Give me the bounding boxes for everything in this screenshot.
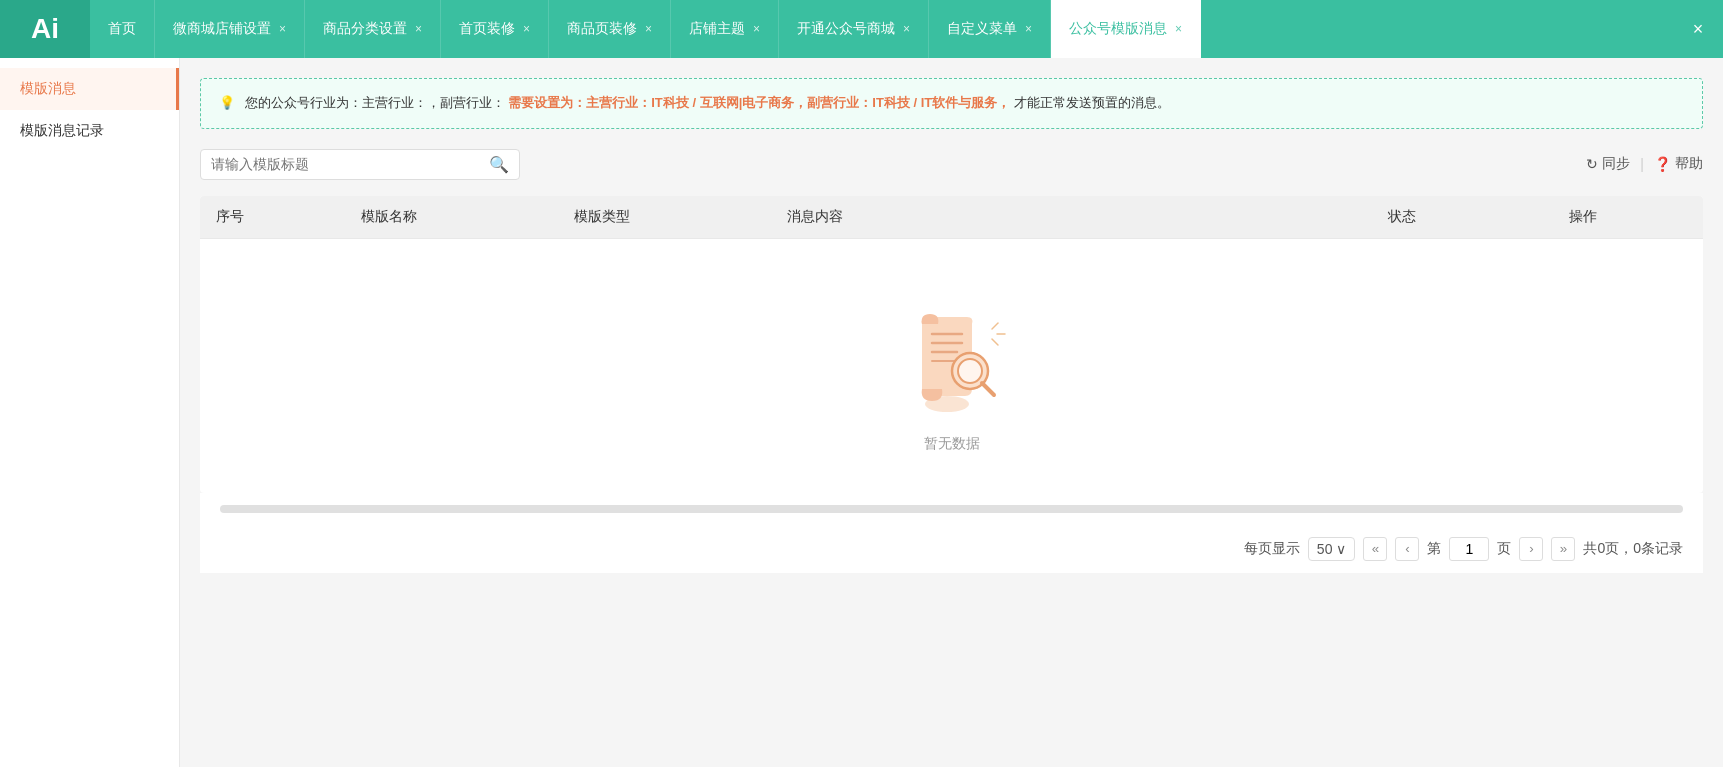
svg-line-10 [992, 339, 998, 345]
table-col-1: 模版名称 [345, 196, 558, 239]
notice-prefix: 您的公众号行业为：主营行业：，副营行业： [245, 95, 505, 110]
svg-line-8 [992, 323, 998, 329]
nav-tab-5[interactable]: 店铺主题× [671, 0, 779, 58]
nav-tab-4[interactable]: 商品页装修× [549, 0, 671, 58]
tab-close-icon[interactable]: × [903, 22, 910, 36]
notice-suffix: 才能正常发送预置的消息。 [1014, 95, 1170, 110]
tab-close-icon[interactable]: × [523, 22, 530, 36]
nav-tab-7[interactable]: 自定义菜单× [929, 0, 1051, 58]
empty-row: 暂无数据 [200, 238, 1703, 493]
nav-tab-8[interactable]: 公众号模版消息× [1051, 0, 1201, 58]
total-label: 共0页，0条记录 [1583, 540, 1683, 558]
search-input-wrap[interactable]: 🔍 [200, 149, 520, 180]
toolbar-divider: | [1640, 156, 1644, 172]
tab-close-icon[interactable]: × [279, 22, 286, 36]
page-size-label: 每页显示 [1244, 540, 1300, 558]
table-col-4: 状态 [1372, 196, 1552, 239]
tab-close-icon[interactable]: × [1175, 22, 1182, 36]
empty-text: 暂无数据 [924, 435, 980, 453]
tab-close-icon[interactable]: × [1025, 22, 1032, 36]
scroll-area [200, 493, 1703, 525]
sidebar-item-0[interactable]: 模版消息 [0, 68, 179, 110]
page-size-value: 50 [1317, 541, 1333, 557]
svg-line-7 [982, 383, 994, 395]
sidebar: 模版消息模版消息记录 [0, 58, 180, 767]
svg-point-6 [958, 359, 982, 383]
notice-box: 💡 您的公众号行业为：主营行业：，副营行业： 需要设置为：主营行业：IT科技 /… [200, 78, 1703, 129]
help-label: 帮助 [1675, 155, 1703, 173]
nav-tabs: 首页微商城店铺设置×商品分类设置×首页装修×商品页装修×店铺主题×开通公众号商城… [90, 0, 1673, 58]
horizontal-scrollbar[interactable] [220, 505, 1683, 513]
main-layout: 模版消息模版消息记录 💡 您的公众号行业为：主营行业：，副营行业： 需要设置为：… [0, 58, 1723, 767]
help-icon: ❓ [1654, 156, 1671, 172]
pagination: 每页显示 50 ∨ « ‹ 第 页 › » 共0页，0条记录 [200, 525, 1703, 573]
table-body: 暂无数据 [200, 238, 1703, 493]
chevron-down-icon: ∨ [1336, 541, 1346, 557]
content-area: 💡 您的公众号行业为：主营行业：，副营行业： 需要设置为：主营行业：IT科技 /… [180, 58, 1723, 767]
table-col-2: 模版类型 [558, 196, 771, 239]
toolbar-right: ↻ 同步 | ❓ 帮助 [1586, 155, 1703, 173]
tab-close-icon[interactable]: × [753, 22, 760, 36]
nav-tab-2[interactable]: 商品分类设置× [305, 0, 441, 58]
nav-tab-6[interactable]: 开通公众号商城× [779, 0, 929, 58]
nav-tab-3[interactable]: 首页装修× [441, 0, 549, 58]
sidebar-item-1[interactable]: 模版消息记录 [0, 110, 179, 152]
table-col-5: 操作 [1553, 196, 1703, 239]
empty-illustration [892, 299, 1012, 419]
table-header: 序号模版名称模版类型消息内容状态操作 [200, 196, 1703, 239]
help-button[interactable]: ❓ 帮助 [1654, 155, 1703, 173]
empty-state: 暂无数据 [200, 239, 1703, 493]
top-nav: Ai 首页微商城店铺设置×商品分类设置×首页装修×商品页装修×店铺主题×开通公众… [0, 0, 1723, 58]
search-bar: 🔍 ↻ 同步 | ❓ 帮助 [200, 149, 1703, 180]
first-page-button[interactable]: « [1363, 537, 1387, 561]
prev-page-button[interactable]: ‹ [1395, 537, 1419, 561]
table-col-3: 消息内容 [771, 196, 1372, 239]
page-label-prefix: 第 [1427, 540, 1441, 558]
page-number-input[interactable] [1449, 537, 1489, 561]
next-page-button[interactable]: › [1519, 537, 1543, 561]
nav-tab-0[interactable]: 首页 [90, 0, 155, 58]
logo: Ai [0, 0, 90, 58]
search-input[interactable] [211, 156, 489, 172]
lightbulb-icon: 💡 [219, 95, 235, 110]
page-size-select[interactable]: 50 ∨ [1308, 537, 1356, 561]
tab-close-icon[interactable]: × [415, 22, 422, 36]
sync-label: 同步 [1602, 155, 1630, 173]
sync-button[interactable]: ↻ 同步 [1586, 155, 1630, 173]
data-table: 序号模版名称模版类型消息内容状态操作 [200, 196, 1703, 493]
close-all-button[interactable]: × [1673, 0, 1723, 58]
search-button[interactable]: 🔍 [489, 155, 509, 174]
notice-highlight: 需要设置为：主营行业：IT科技 / 互联网|电子商务，副营行业：IT科技 / I… [508, 95, 1010, 110]
last-page-button[interactable]: » [1551, 537, 1575, 561]
table-header-row: 序号模版名称模版类型消息内容状态操作 [200, 196, 1703, 239]
sync-icon: ↻ [1586, 156, 1598, 172]
table-col-0: 序号 [200, 196, 345, 239]
nav-tab-1[interactable]: 微商城店铺设置× [155, 0, 305, 58]
tab-close-icon[interactable]: × [645, 22, 652, 36]
page-label-suffix: 页 [1497, 540, 1511, 558]
